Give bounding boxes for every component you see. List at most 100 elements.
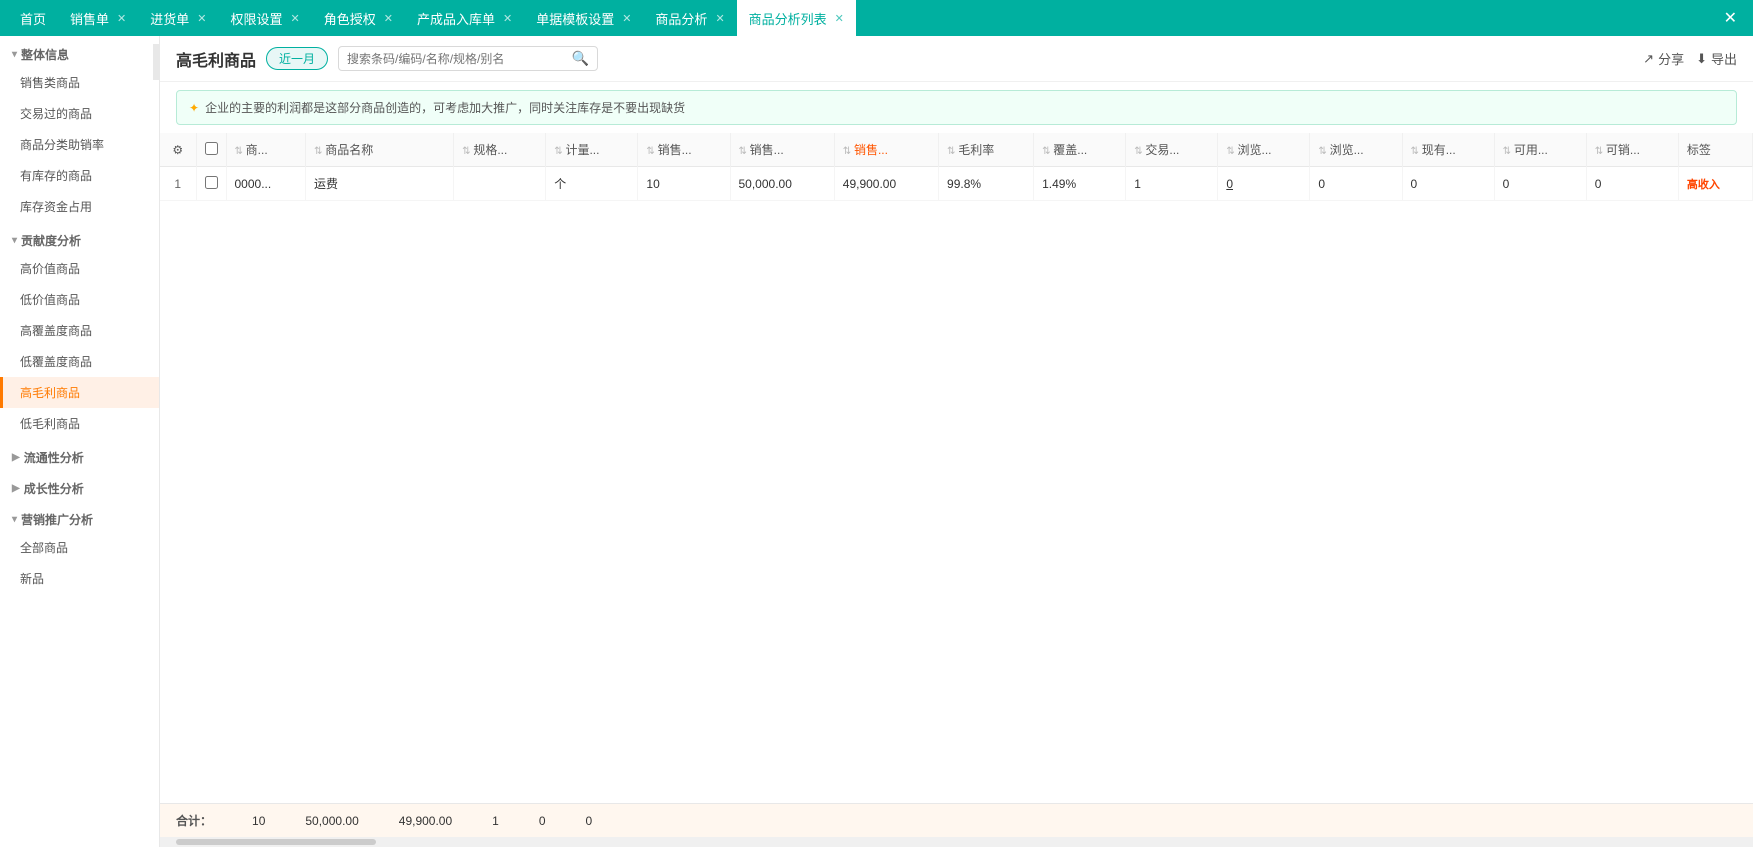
table-row: 1 0000... 运费 个 10 50,000.00 49,900.00 99…	[160, 167, 1753, 201]
cell-sales-qty: 10	[638, 167, 730, 201]
row-checkbox[interactable]	[205, 176, 218, 189]
row-checkbox-cell	[196, 167, 226, 201]
sidebar-item-all-goods[interactable]: 全部商品	[0, 532, 159, 563]
col-sales-qty[interactable]: 销售...	[638, 133, 730, 167]
filter-recent-month-button[interactable]: 近一月	[266, 47, 328, 70]
close-icon[interactable]: ✕	[291, 12, 300, 25]
nav-product-analysis-list[interactable]: 商品分析列表 ✕	[737, 0, 856, 36]
col-gross-margin[interactable]: 毛利率	[939, 133, 1034, 167]
sidebar-item-low-value[interactable]: 低价值商品	[0, 284, 159, 315]
sidebar-item-traded-goods[interactable]: 交易过的商品	[0, 98, 159, 129]
data-table: ⚙ 商... 商品名称 规格...	[160, 133, 1753, 201]
content-header: 高毛利商品 近一月 🔍 ↗ 分享 ⬇ 导出	[160, 36, 1753, 82]
col-checkbox	[196, 133, 226, 167]
sidebar-group-contribution[interactable]: ▾ 贡献度分析	[0, 222, 159, 253]
sidebar-group-growth[interactable]: ▶ 成长性分析	[0, 470, 159, 501]
cell-sales-amount: 50,000.00	[730, 167, 834, 201]
footer-sales-qty: 10	[252, 814, 265, 828]
info-icon: ✦	[189, 101, 199, 115]
content-area: 高毛利商品 近一月 🔍 ↗ 分享 ⬇ 导出 ✦ 企业的主要的利润都是这部分商品创…	[160, 36, 1753, 847]
col-coverage[interactable]: 覆盖...	[1034, 133, 1126, 167]
search-input[interactable]	[347, 52, 566, 66]
footer-transactions: 1	[492, 814, 499, 828]
cell-available-stock: 0	[1494, 167, 1586, 201]
col-sellable[interactable]: 可销...	[1586, 133, 1678, 167]
close-icon[interactable]: ✕	[117, 12, 126, 25]
nav-role-auth[interactable]: 角色授权 ✕	[312, 0, 405, 36]
col-views1[interactable]: 浏览...	[1218, 133, 1310, 167]
col-views2[interactable]: 浏览...	[1310, 133, 1402, 167]
chevron-down-icon: ▾	[12, 514, 17, 525]
footer-total: 合计： 10 50,000.00 49,900.00 1 0 0	[160, 803, 1753, 837]
window-close-button[interactable]: ✕	[1716, 8, 1745, 28]
cell-coverage: 1.49%	[1034, 167, 1126, 201]
select-all-checkbox[interactable]	[205, 142, 218, 155]
search-box: 🔍	[338, 46, 598, 71]
export-icon: ⬇	[1696, 51, 1707, 67]
sidebar-item-sales-goods[interactable]: 销售类商品	[0, 67, 159, 98]
chevron-right-icon: ▶	[12, 452, 20, 463]
cell-sellable: 0	[1586, 167, 1678, 201]
share-icon: ↗	[1643, 51, 1654, 67]
sidebar-item-stock-funds[interactable]: 库存资金占用	[0, 191, 159, 222]
sidebar-item-high-margin[interactable]: 高毛利商品	[0, 377, 159, 408]
nav-finished-goods[interactable]: 产成品入库单 ✕	[405, 0, 524, 36]
top-navigation: 首页 销售单 ✕ 进货单 ✕ 权限设置 ✕ 角色授权 ✕ 产成品入库单 ✕ 单据…	[0, 0, 1753, 36]
chevron-down-icon: ▾	[12, 235, 17, 246]
footer-current-stock: 0	[539, 814, 546, 828]
export-button[interactable]: ⬇ 导出	[1696, 49, 1737, 68]
close-icon[interactable]: ✕	[384, 12, 393, 25]
sidebar-group-overall[interactable]: ▾ 整体信息	[0, 36, 159, 67]
col-settings[interactable]: ⚙	[160, 133, 196, 167]
col-sales-profit[interactable]: 销售...	[834, 133, 938, 167]
search-icon[interactable]: 🔍	[572, 50, 589, 67]
col-current-stock[interactable]: 现有...	[1402, 133, 1494, 167]
sidebar-group-marketing[interactable]: ▾ 营销推广分析	[0, 501, 159, 532]
scrollbar-thumb[interactable]	[176, 839, 376, 845]
sidebar-item-new-goods[interactable]: 新品	[0, 563, 159, 594]
share-button[interactable]: ↗ 分享	[1643, 49, 1684, 68]
col-available-stock[interactable]: 可用...	[1494, 133, 1586, 167]
nav-product-analysis[interactable]: 商品分析 ✕	[643, 0, 736, 36]
nav-template-settings[interactable]: 单据模板设置 ✕	[524, 0, 643, 36]
close-icon[interactable]: ✕	[622, 12, 631, 25]
sidebar-item-category-rate[interactable]: 商品分类助销率	[0, 129, 159, 160]
sidebar-item-low-margin[interactable]: 低毛利商品	[0, 408, 159, 439]
settings-icon[interactable]: ⚙	[172, 143, 183, 157]
cell-current-stock: 0	[1402, 167, 1494, 201]
col-name[interactable]: 商品名称	[306, 133, 454, 167]
horizontal-scrollbar[interactable]	[160, 837, 1753, 847]
sidebar-item-high-coverage[interactable]: 高覆盖度商品	[0, 315, 159, 346]
close-icon[interactable]: ✕	[715, 12, 724, 25]
sidebar: 《 ▾ 整体信息 销售类商品 交易过的商品 商品分类助销率 有库存的商品 库存资…	[0, 36, 160, 847]
close-icon[interactable]: ✕	[503, 12, 512, 25]
nav-permission-settings[interactable]: 权限设置 ✕	[218, 0, 311, 36]
sidebar-group-liquidity[interactable]: ▶ 流通性分析	[0, 439, 159, 470]
footer-sales-amount: 50,000.00	[305, 814, 358, 828]
nav-sales-order[interactable]: 销售单 ✕	[58, 0, 138, 36]
cell-sales-profit: 49,900.00	[834, 167, 938, 201]
col-spec[interactable]: 规格...	[454, 133, 546, 167]
nav-home[interactable]: 首页	[8, 0, 58, 36]
cell-transactions: 1	[1126, 167, 1218, 201]
close-icon[interactable]: ✕	[197, 12, 206, 25]
header-actions: ↗ 分享 ⬇ 导出	[1643, 49, 1737, 68]
col-transactions[interactable]: 交易...	[1126, 133, 1218, 167]
col-code[interactable]: 商...	[226, 133, 306, 167]
col-unit[interactable]: 计量...	[546, 133, 638, 167]
table-header-row: ⚙ 商... 商品名称 规格...	[160, 133, 1753, 167]
close-icon[interactable]: ✕	[835, 12, 844, 25]
main-layout: 《 ▾ 整体信息 销售类商品 交易过的商品 商品分类助销率 有库存的商品 库存资…	[0, 36, 1753, 847]
sidebar-item-low-coverage[interactable]: 低覆盖度商品	[0, 346, 159, 377]
cell-views1[interactable]: 0	[1218, 167, 1310, 201]
sidebar-item-high-value[interactable]: 高价值商品	[0, 253, 159, 284]
cell-views2: 0	[1310, 167, 1402, 201]
col-sales-amount[interactable]: 销售...	[730, 133, 834, 167]
chevron-right-icon: ▶	[12, 483, 20, 494]
nav-purchase-order[interactable]: 进货单 ✕	[138, 0, 218, 36]
footer-sales-profit: 49,900.00	[399, 814, 452, 828]
sidebar-item-in-stock[interactable]: 有库存的商品	[0, 160, 159, 191]
info-banner: ✦ 企业的主要的利润都是这部分商品创造的，可考虑加大推广，同时关注库存是不要出现…	[176, 90, 1737, 125]
sidebar-collapse-button[interactable]: 《	[153, 44, 160, 80]
cell-gross-margin: 99.8%	[939, 167, 1034, 201]
